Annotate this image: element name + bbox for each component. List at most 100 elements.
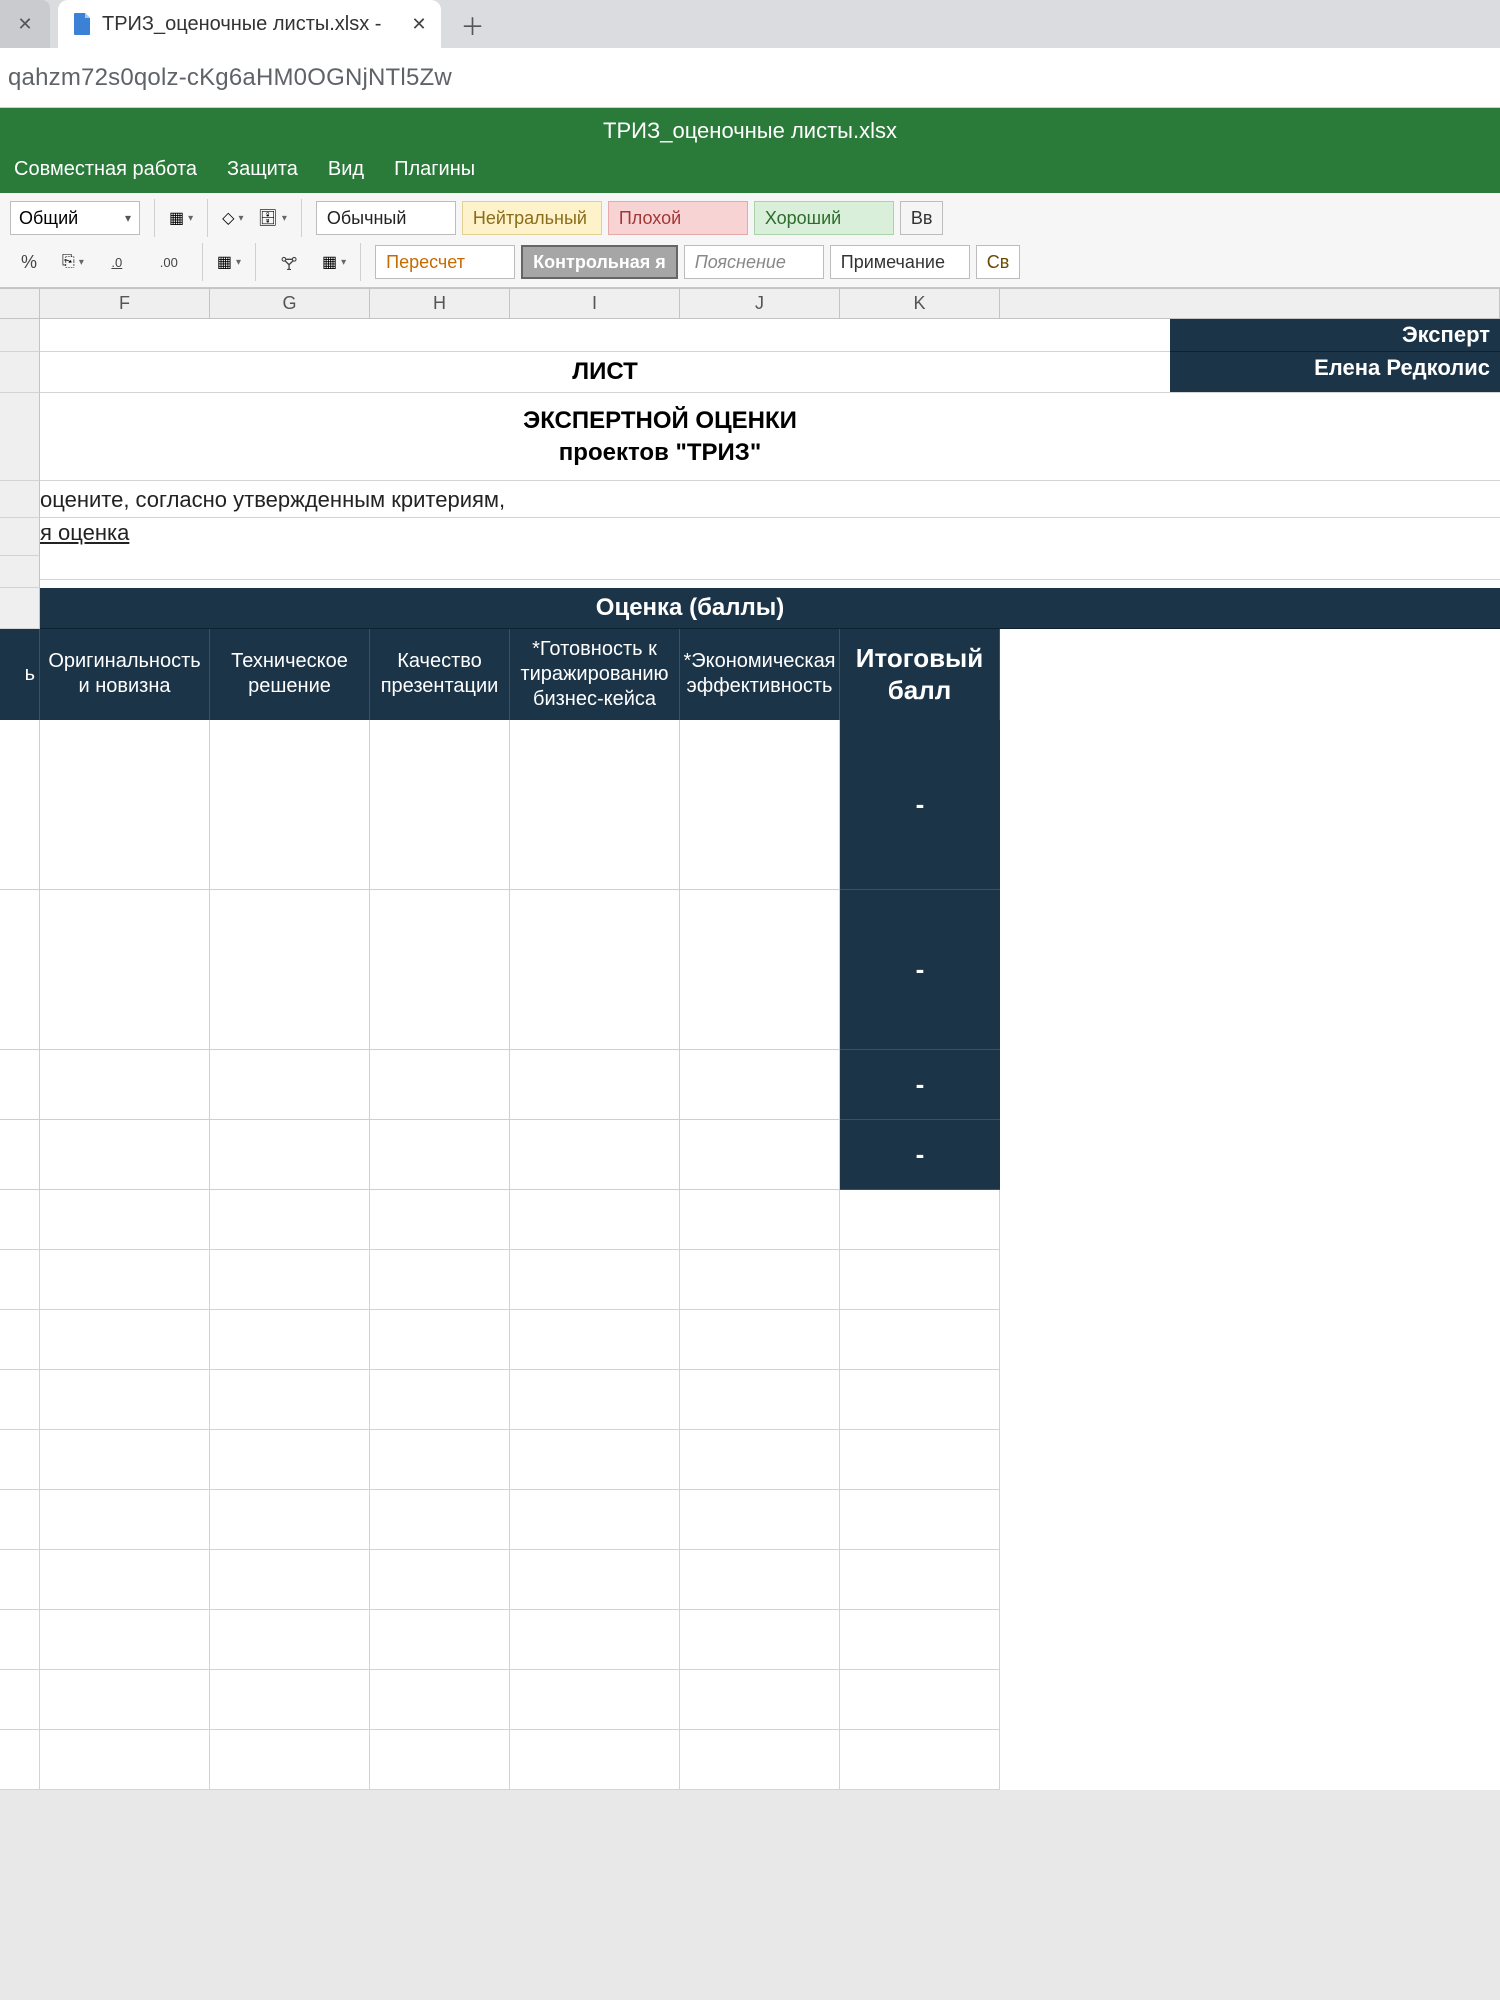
cell[interactable] [370, 1490, 510, 1550]
column-header-edge[interactable] [1000, 289, 1500, 318]
row-header[interactable] [0, 720, 40, 890]
cell[interactable] [40, 890, 210, 1050]
column-header[interactable]: I [510, 289, 680, 318]
cell[interactable] [510, 1310, 680, 1370]
cell[interactable] [370, 1250, 510, 1310]
cell[interactable] [210, 890, 370, 1050]
select-all-corner[interactable] [0, 289, 40, 318]
row-header[interactable] [0, 1370, 40, 1430]
cell[interactable] [680, 1310, 840, 1370]
cell[interactable] [680, 1610, 840, 1670]
row-header[interactable] [0, 1550, 40, 1610]
menu-view[interactable]: Вид [328, 158, 364, 181]
instruction-cell[interactable]: оцените, согласно утвержденным критериям… [40, 481, 1500, 518]
cell[interactable] [40, 1490, 210, 1550]
cell[interactable] [40, 1120, 210, 1190]
cell[interactable] [840, 1610, 1000, 1670]
column-header[interactable]: J [680, 289, 840, 318]
cell[interactable] [680, 1250, 840, 1310]
cell[interactable] [680, 1490, 840, 1550]
cell[interactable] [370, 1120, 510, 1190]
cell[interactable] [510, 890, 680, 1050]
cell[interactable] [510, 1610, 680, 1670]
row-header[interactable] [0, 393, 40, 481]
cell[interactable] [210, 1490, 370, 1550]
number-format-dropdown[interactable]: Общий ▾ [10, 201, 140, 235]
cell[interactable] [510, 1120, 680, 1190]
header-total[interactable]: Итоговый балл [840, 629, 1000, 720]
row-header[interactable] [0, 481, 40, 518]
cell[interactable] [210, 1610, 370, 1670]
cell[interactable] [210, 1190, 370, 1250]
menu-collaboration[interactable]: Совместная работа [14, 158, 197, 181]
clear-button[interactable]: ◇▾ [222, 208, 243, 228]
cell[interactable] [510, 1430, 680, 1490]
column-header[interactable]: K [840, 289, 1000, 318]
cell[interactable] [210, 1310, 370, 1370]
cell[interactable] [840, 1430, 1000, 1490]
cell[interactable] [210, 1050, 370, 1120]
header-readiness[interactable]: *Готовность к тиражированию бизнес-кейса [510, 629, 680, 720]
expert-label-cell[interactable]: Эксперт [1170, 319, 1500, 352]
prev-tab-close-icon[interactable]: ✕ [0, 0, 50, 48]
style-input[interactable]: Вв [900, 201, 944, 235]
row-header[interactable] [0, 1050, 40, 1120]
fill-button[interactable]: 🗄▾ [258, 208, 287, 228]
row-header[interactable] [0, 319, 40, 352]
close-icon[interactable]: ✕ [411, 14, 426, 35]
style-calculation[interactable]: Пересчет [375, 245, 515, 279]
total-cell[interactable]: - [840, 890, 1000, 1050]
row-header[interactable] [0, 1670, 40, 1730]
cell[interactable] [680, 1670, 840, 1730]
cell[interactable] [370, 1370, 510, 1430]
cell[interactable] [680, 1050, 840, 1120]
menu-protection[interactable]: Защита [227, 158, 298, 181]
row-header[interactable] [0, 1250, 40, 1310]
cell[interactable] [210, 1670, 370, 1730]
cell[interactable] [510, 1190, 680, 1250]
row-header[interactable] [0, 352, 40, 393]
browser-tab-active[interactable]: ТРИЗ_оценочные листы.xlsx - ✕ [58, 0, 441, 48]
cell[interactable] [370, 1050, 510, 1120]
row-header[interactable] [0, 518, 40, 556]
cell[interactable] [510, 1050, 680, 1120]
row-header[interactable] [0, 556, 40, 588]
cell[interactable] [370, 1730, 510, 1790]
cell[interactable] [840, 1670, 1000, 1730]
new-tab-button[interactable]: ＋ [453, 4, 493, 44]
row-header[interactable] [0, 1730, 40, 1790]
cell[interactable] [840, 1190, 1000, 1250]
cell[interactable] [370, 720, 510, 890]
cell[interactable] [370, 1550, 510, 1610]
cell[interactable] [40, 1430, 210, 1490]
cell[interactable] [680, 1190, 840, 1250]
menu-plugins[interactable]: Плагины [394, 158, 475, 181]
insert-cells-button[interactable]: ▦▾ [169, 208, 193, 228]
decrease-decimal-button[interactable]: .0 [98, 245, 136, 279]
style-check-cell[interactable]: Контрольная я [521, 245, 678, 279]
cell[interactable] [370, 1670, 510, 1730]
url-bar[interactable]: qahzm72s0qolz-cKg6aHM0OGNjNTl5Zw [0, 48, 1500, 108]
cell[interactable] [40, 1370, 210, 1430]
cell[interactable] [370, 1190, 510, 1250]
percent-button[interactable]: % [10, 245, 48, 279]
cell[interactable] [680, 890, 840, 1050]
cell[interactable] [370, 890, 510, 1050]
cell[interactable] [40, 1250, 210, 1310]
row-header[interactable] [0, 1430, 40, 1490]
cell[interactable] [510, 1730, 680, 1790]
cell[interactable] [1340, 588, 1500, 629]
cell[interactable] [40, 319, 1170, 352]
style-linked[interactable]: Св [976, 245, 1021, 279]
accounting-format-button[interactable]: ⎘▾ [62, 253, 84, 271]
cell[interactable] [510, 1490, 680, 1550]
cell[interactable] [510, 1670, 680, 1730]
cell[interactable] [40, 1310, 210, 1370]
cell[interactable] [210, 1250, 370, 1310]
row-header[interactable] [0, 1120, 40, 1190]
header-edge-fragment[interactable]: ь [0, 629, 40, 720]
row-header[interactable] [0, 1310, 40, 1370]
cell[interactable] [680, 1370, 840, 1430]
title-list-cell[interactable]: ЛИСТ [40, 352, 1170, 393]
cell[interactable] [40, 720, 210, 890]
